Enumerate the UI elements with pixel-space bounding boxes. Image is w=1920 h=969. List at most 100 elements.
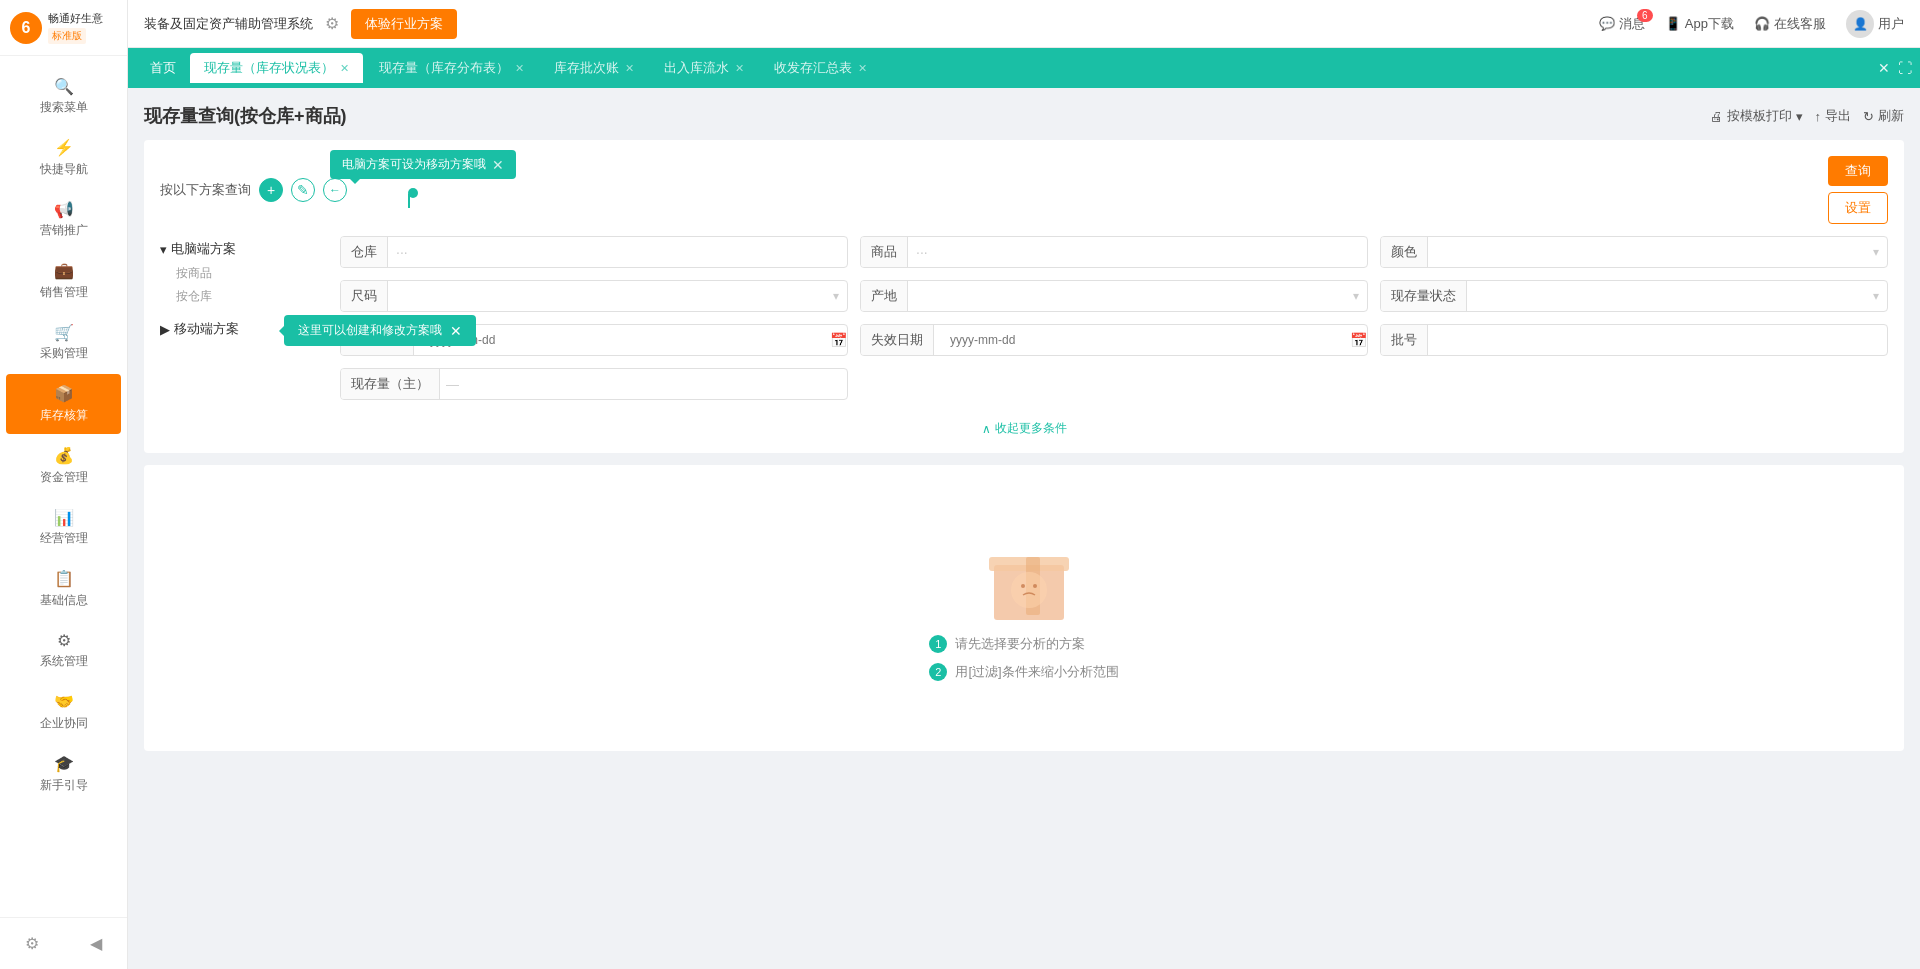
reset-button[interactable]: 设置 (1828, 192, 1888, 224)
add-scheme-btn[interactable]: + (259, 178, 283, 202)
tab-batch[interactable]: 库存批次账 ✕ (540, 53, 648, 83)
user-action[interactable]: 👤 用户 (1846, 10, 1904, 38)
scheme-item-by-warehouse[interactable]: 按仓库 (160, 285, 340, 308)
stock-main-field: 现存量（主） — (340, 368, 848, 400)
collapse-btn[interactable]: ∧ 收起更多条件 (982, 420, 1067, 437)
tooltip-close-icon[interactable]: ✕ (492, 157, 504, 173)
tab-close-icon[interactable]: ✕ (340, 62, 349, 75)
sidebar-item-inventory[interactable]: 📦 库存核算 (6, 374, 121, 434)
sidebar-item-newbie[interactable]: 🎓 新手引导 (6, 744, 121, 804)
warehouse-field: 仓库 ··· (340, 236, 848, 268)
tab-close-all-icon[interactable]: ✕ (1878, 60, 1890, 76)
production-date-input[interactable] (422, 333, 822, 347)
avatar: 👤 (1846, 10, 1874, 38)
sidebar-nav: 🔍 搜索菜单 ⚡ 快捷导航 📢 营销推广 💼 销售管理 🛒 采购管理 📦 库存核… (0, 56, 127, 917)
tab-controls: ✕ ⛶ (1878, 60, 1912, 76)
tab-flow[interactable]: 出入库流水 ✕ (650, 53, 758, 83)
sidebar-item-sales[interactable]: 💼 销售管理 (6, 251, 121, 311)
tab-inventory-status[interactable]: 现存量（库存状况表） ✕ (190, 53, 363, 83)
tab-maximize-icon[interactable]: ⛶ (1898, 60, 1912, 76)
product-field: 商品 ··· (860, 236, 1368, 268)
expiry-date-input-area (934, 333, 1350, 347)
online-support-action[interactable]: 🎧 在线客服 (1754, 15, 1826, 33)
user-label: 用户 (1878, 15, 1904, 33)
collapse-icon: ∧ (982, 422, 991, 436)
filter-row-4: 现存量（主） — (340, 368, 1888, 400)
sidebar-item-label: 经营管理 (40, 531, 88, 547)
logo-tag: 标准版 (48, 28, 86, 44)
print-dropdown-icon: ▾ (1796, 109, 1803, 124)
message-action[interactable]: 💬 消息 6 (1599, 15, 1645, 33)
origin-dropdown-icon[interactable]: ▾ (1345, 289, 1367, 303)
sidebar-item-label: 营销推广 (40, 223, 88, 239)
expiry-date-calendar-icon[interactable]: 📅 (1350, 332, 1367, 348)
online-support-label: 在线客服 (1774, 15, 1826, 33)
sidebar-item-cooperation[interactable]: 🤝 企业协同 (6, 682, 121, 742)
refresh-btn[interactable]: ↻ 刷新 (1863, 107, 1904, 125)
print-btn[interactable]: 🖨 按模板打印 ▾ (1710, 107, 1803, 125)
production-date-calendar-icon[interactable]: 📅 (830, 332, 847, 348)
header-left: 装备及固定资产辅助管理系统 ⚙ 体验行业方案 (144, 9, 457, 39)
scheme-group-label: 电脑端方案 (171, 240, 236, 258)
svg-point-4 (1021, 584, 1025, 588)
tab-inventory-dist[interactable]: 现存量（库存分布表） ✕ (365, 53, 538, 83)
sidebar-item-quicknav[interactable]: ⚡ 快捷导航 (6, 128, 121, 188)
edit-scheme-btn[interactable]: ✎ (291, 178, 315, 202)
warehouse-label: 仓库 (341, 237, 388, 267)
tab-close-icon[interactable]: ✕ (735, 62, 744, 75)
sidebar-item-label: 销售管理 (40, 285, 88, 301)
headset-icon: 🎧 (1754, 16, 1770, 31)
search-button[interactable]: 查询 (1828, 156, 1888, 186)
warehouse-dots[interactable]: ··· (388, 244, 416, 260)
sidebar-item-operations[interactable]: 📊 经营管理 (6, 497, 121, 557)
collapse-sidebar-icon[interactable]: ◀ (82, 930, 110, 957)
industry-btn[interactable]: 体验行业方案 (351, 9, 457, 39)
logo-area: 6 畅通好生意 标准版 (0, 0, 127, 56)
sidebar-item-label: 企业协同 (40, 716, 88, 732)
cooperation-icon: 🤝 (54, 692, 74, 712)
color-dropdown-icon[interactable]: ▾ (1865, 245, 1887, 259)
tooltip2-close-icon[interactable]: ✕ (450, 323, 462, 339)
sidebar-item-finance[interactable]: 💰 资金管理 (6, 436, 121, 496)
product-label: 商品 (861, 237, 908, 267)
sales-icon: 💼 (54, 261, 74, 281)
sidebar-item-basicinfo[interactable]: 📋 基础信息 (6, 559, 121, 619)
batch-field: 批号 (1380, 324, 1888, 356)
tooltip-desktop-scheme: 电脑方案可设为移动方案哦 ✕ (330, 150, 516, 179)
scheme-item-by-product[interactable]: 按商品 (160, 262, 340, 285)
sidebar-item-system[interactable]: ⚙ 系统管理 (6, 620, 121, 680)
tab-close-icon[interactable]: ✕ (515, 62, 524, 75)
stock-status-dropdown-icon[interactable]: ▾ (1865, 289, 1887, 303)
refresh-label: 刷新 (1878, 107, 1904, 125)
filter-row-3: 生产日期 📅 失效日期 📅 (340, 324, 1888, 356)
settings-icon[interactable]: ⚙ (325, 14, 339, 33)
tab-home[interactable]: 首页 (136, 53, 190, 83)
connector-dot (408, 188, 418, 198)
empty-svg (974, 525, 1094, 625)
settings-bottom-icon[interactable]: ⚙ (17, 930, 47, 957)
export-btn[interactable]: ↑ 导出 (1815, 107, 1852, 125)
sidebar: 6 畅通好生意 标准版 🔍 搜索菜单 ⚡ 快捷导航 📢 营销推广 💼 销售管理 … (0, 0, 128, 969)
sidebar-item-purchase[interactable]: 🛒 采购管理 (6, 312, 121, 372)
expiry-date-label: 失效日期 (861, 325, 934, 355)
newbie-icon: 🎓 (54, 754, 74, 774)
scheme-group-desktop: ▾ 电脑端方案 按商品 按仓库 (160, 236, 340, 308)
size-dropdown-icon[interactable]: ▾ (825, 289, 847, 303)
arrow-left-btn[interactable]: ← (323, 178, 347, 202)
expiry-date-input[interactable] (942, 333, 1342, 347)
empty-steps: 1 请先选择要分析的方案 2 用[过滤]条件来缩小分析范围 (929, 635, 1118, 691)
tab-summary[interactable]: 收发存汇总表 ✕ (760, 53, 881, 83)
tab-close-icon[interactable]: ✕ (625, 62, 634, 75)
product-dots[interactable]: ··· (908, 244, 936, 260)
tab-close-icon[interactable]: ✕ (858, 62, 867, 75)
range-sep: — (446, 377, 459, 392)
origin-field: 产地 ▾ (860, 280, 1368, 312)
sidebar-item-search[interactable]: 🔍 搜索菜单 (6, 66, 121, 126)
step-num-1: 1 (929, 635, 947, 653)
scheme-group-desktop-title[interactable]: ▾ 电脑端方案 (160, 236, 340, 262)
app-download-action[interactable]: 📱 App下载 (1665, 15, 1734, 33)
page-content: 现存量查询(按仓库+商品) 🖨 按模板打印 ▾ ↑ 导出 ↻ 刷新 (128, 88, 1920, 969)
sidebar-item-label: 系统管理 (40, 654, 88, 670)
sidebar-item-marketing[interactable]: 📢 营销推广 (6, 189, 121, 249)
logo-icon: 6 (10, 12, 42, 44)
